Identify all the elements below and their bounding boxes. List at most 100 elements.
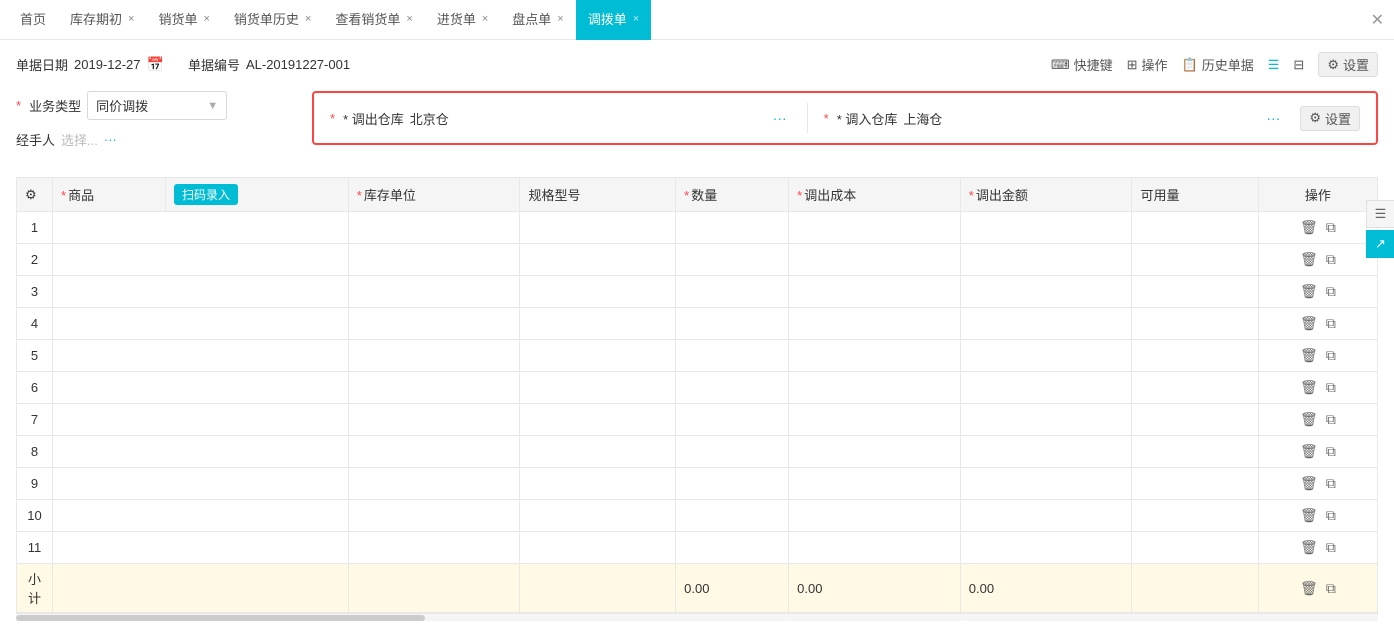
product-cell[interactable] (53, 212, 349, 244)
product-cell[interactable] (53, 372, 349, 404)
quantity-cell[interactable] (676, 212, 789, 244)
available-cell[interactable] (1132, 500, 1258, 532)
product-cell[interactable] (53, 436, 349, 468)
product-cell[interactable] (53, 468, 349, 500)
available-cell[interactable] (1132, 340, 1258, 372)
copy-icon[interactable]: ⧉ (1326, 443, 1336, 460)
subtotal-delete-icon[interactable]: 🗑 (1300, 580, 1318, 597)
warehouse-out-more-btn[interactable]: ··· (769, 110, 791, 126)
tab-close-purchase[interactable]: × (482, 13, 488, 25)
right-panel-list-btn[interactable]: ☰ (1366, 200, 1394, 228)
amount-cell[interactable] (960, 468, 1132, 500)
copy-icon[interactable]: ⧉ (1326, 411, 1336, 428)
quantity-cell[interactable] (676, 436, 789, 468)
product-cell[interactable] (53, 244, 349, 276)
warehouse-in-value[interactable]: 上海仓 (903, 109, 942, 128)
quantity-cell[interactable] (676, 340, 789, 372)
spec-cell[interactable] (520, 244, 676, 276)
spec-cell[interactable] (520, 436, 676, 468)
copy-icon[interactable]: ⧉ (1326, 539, 1336, 556)
quantity-cell[interactable] (676, 468, 789, 500)
tab-inventory-init[interactable]: 库存期初 × (58, 0, 146, 40)
copy-icon[interactable]: ⧉ (1326, 251, 1336, 268)
warehouse-settings-btn[interactable]: ⚙ 设置 (1300, 106, 1360, 131)
spec-cell[interactable] (520, 532, 676, 564)
delete-icon[interactable]: 🗑 (1300, 379, 1318, 396)
copy-icon[interactable]: ⧉ (1326, 219, 1336, 236)
quantity-cell[interactable] (676, 308, 789, 340)
product-cell[interactable] (53, 276, 349, 308)
cost-cell[interactable] (789, 468, 961, 500)
tab-sales-history[interactable]: 销货单历史 × (222, 0, 323, 40)
delete-icon[interactable]: 🗑 (1300, 347, 1318, 364)
amount-cell[interactable] (960, 276, 1132, 308)
copy-icon[interactable]: ⧉ (1326, 507, 1336, 524)
copy-icon[interactable]: ⧉ (1326, 379, 1336, 396)
quantity-cell[interactable] (676, 404, 789, 436)
quantity-cell[interactable] (676, 500, 789, 532)
tab-bar-close-icon[interactable]: ✕ (1371, 10, 1384, 30)
col-settings[interactable]: ⚙ (17, 178, 53, 212)
cost-cell[interactable] (789, 532, 961, 564)
person-ellipsis-btn[interactable]: ··· (104, 132, 117, 147)
quantity-cell[interactable] (676, 532, 789, 564)
tab-stocktake[interactable]: 盘点单 × (500, 0, 575, 40)
copy-icon[interactable]: ⧉ (1326, 315, 1336, 332)
spec-cell[interactable] (520, 404, 676, 436)
cost-cell[interactable] (789, 500, 961, 532)
cost-cell[interactable] (789, 244, 961, 276)
quantity-cell[interactable] (676, 372, 789, 404)
amount-cell[interactable] (960, 244, 1132, 276)
product-cell[interactable] (53, 308, 349, 340)
delete-icon[interactable]: 🗑 (1300, 539, 1318, 556)
cost-cell[interactable] (789, 212, 961, 244)
cost-cell[interactable] (789, 276, 961, 308)
unit-cell[interactable] (348, 500, 520, 532)
available-cell[interactable] (1132, 308, 1258, 340)
spec-cell[interactable] (520, 340, 676, 372)
unit-cell[interactable] (348, 532, 520, 564)
tab-transfer[interactable]: 调拨单 × (576, 0, 651, 40)
scroll-thumb[interactable] (16, 615, 425, 621)
tab-sales-order[interactable]: 销货单 × (146, 0, 221, 40)
amount-cell[interactable] (960, 212, 1132, 244)
tab-close-transfer[interactable]: × (633, 13, 639, 25)
cost-cell[interactable] (789, 372, 961, 404)
delete-icon[interactable]: 🗑 (1300, 219, 1318, 236)
product-cell[interactable] (53, 532, 349, 564)
copy-icon[interactable]: ⧉ (1326, 475, 1336, 492)
spec-cell[interactable] (520, 372, 676, 404)
unit-cell[interactable] (348, 340, 520, 372)
amount-cell[interactable] (960, 436, 1132, 468)
spec-cell[interactable] (520, 276, 676, 308)
amount-cell[interactable] (960, 532, 1132, 564)
tab-close-stocktake[interactable]: × (557, 13, 563, 25)
cost-cell[interactable] (789, 404, 961, 436)
tab-close-sales-order[interactable]: × (203, 13, 209, 25)
amount-cell[interactable] (960, 404, 1132, 436)
unit-cell[interactable] (348, 308, 520, 340)
unit-cell[interactable] (348, 404, 520, 436)
available-cell[interactable] (1132, 404, 1258, 436)
tab-close-view-sales[interactable]: × (406, 13, 412, 25)
subtotal-copy-icon[interactable]: ⧉ (1326, 580, 1336, 597)
unit-cell[interactable] (348, 436, 520, 468)
layout-list-btn[interactable]: ☰ (1268, 57, 1280, 73)
cost-cell[interactable] (789, 340, 961, 372)
unit-cell[interactable] (348, 244, 520, 276)
delete-icon[interactable]: 🗑 (1300, 443, 1318, 460)
shortcut-btn[interactable]: ⌨ 快捷键 (1051, 55, 1113, 74)
amount-cell[interactable] (960, 340, 1132, 372)
layout-grid-btn[interactable]: ⊟ (1293, 57, 1304, 73)
delete-icon[interactable]: 🗑 (1300, 411, 1318, 428)
cost-cell[interactable] (789, 436, 961, 468)
quantity-cell[interactable] (676, 244, 789, 276)
unit-cell[interactable] (348, 468, 520, 500)
warehouse-in-more-btn[interactable]: ··· (1262, 110, 1284, 126)
tab-home[interactable]: 首页 (8, 0, 58, 40)
available-cell[interactable] (1132, 532, 1258, 564)
delete-icon[interactable]: 🗑 (1300, 283, 1318, 300)
amount-cell[interactable] (960, 372, 1132, 404)
tab-close-inventory-init[interactable]: × (128, 13, 134, 25)
tab-close-sales-history[interactable]: × (305, 13, 311, 25)
